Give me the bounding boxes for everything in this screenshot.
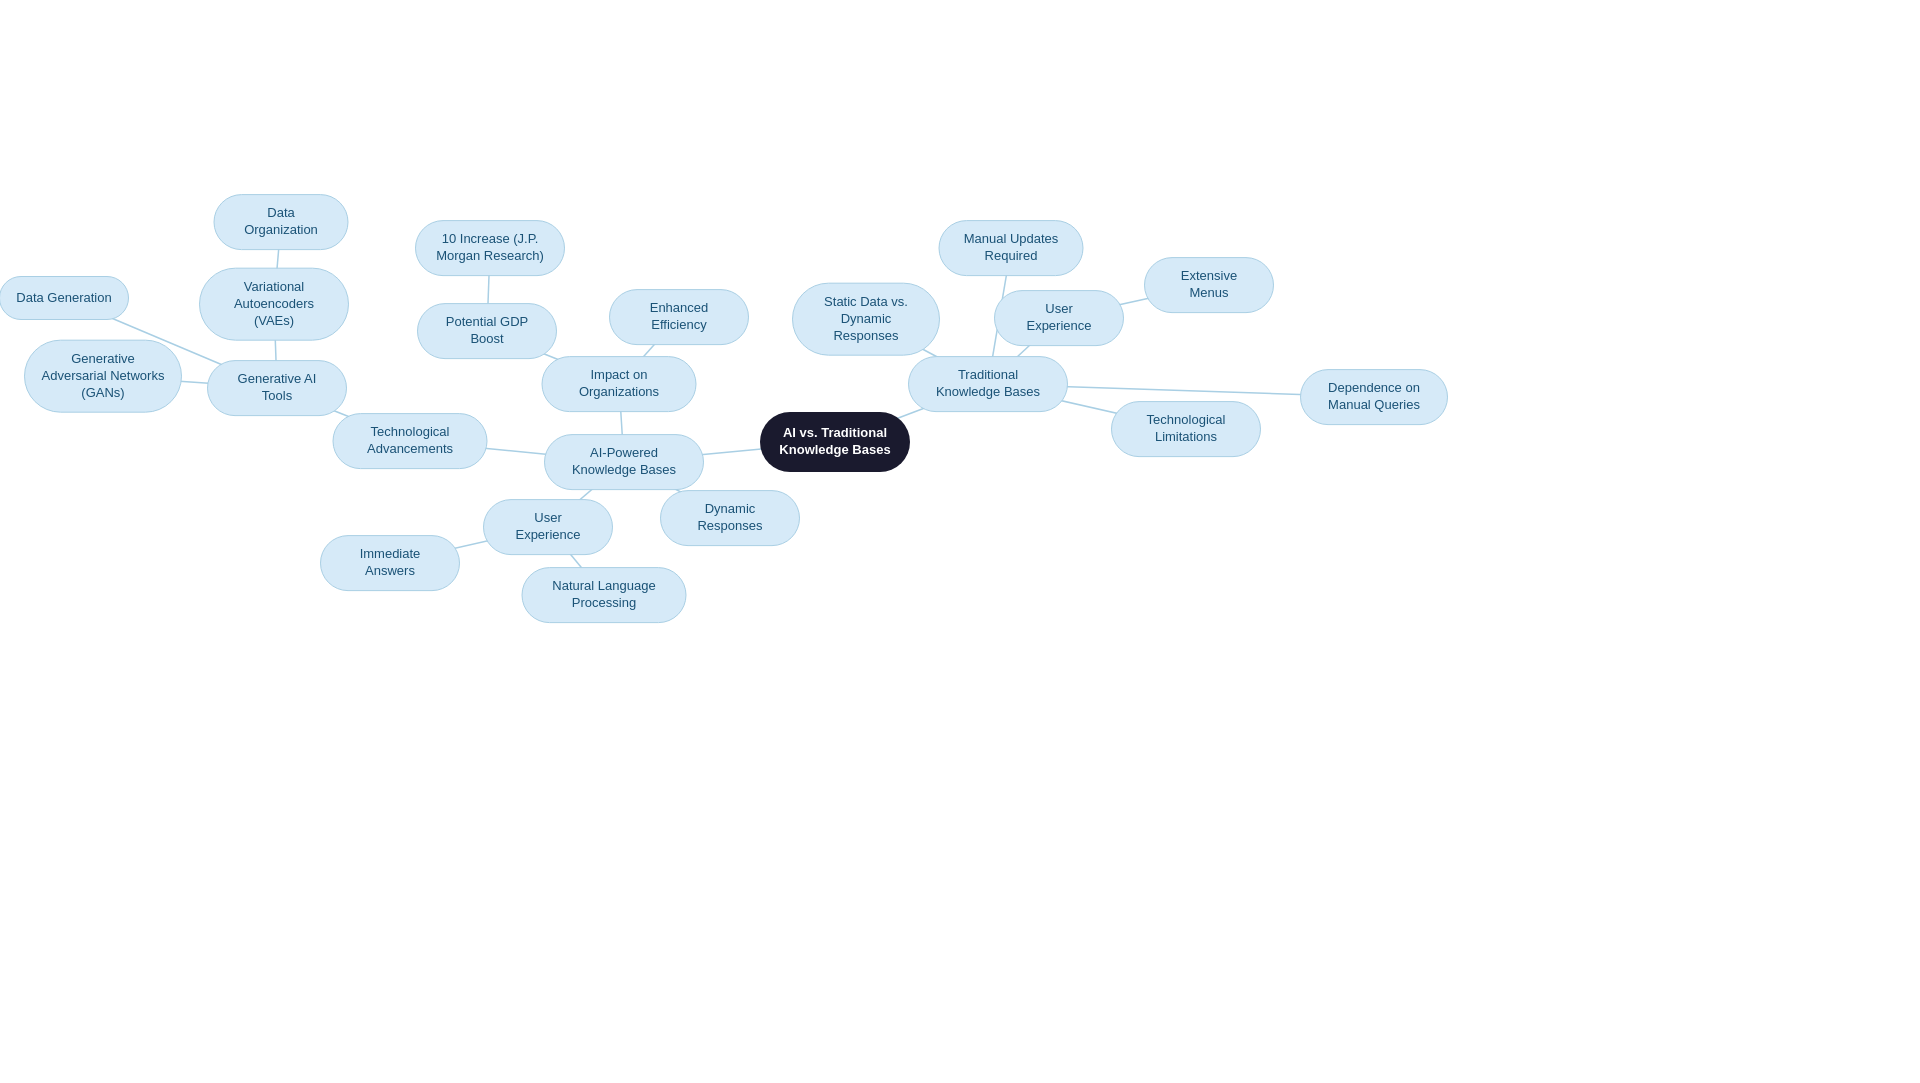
connections-svg: [0, 0, 1920, 1083]
node-extensive-menus: Extensive Menus: [1144, 257, 1274, 313]
node-10-increase: 10 Increase (J.P. Morgan Research): [415, 220, 565, 276]
node-user-exp-trad: User Experience: [994, 290, 1124, 346]
mindmap-canvas: AI vs. Traditional Knowledge Bases AI-Pow…: [0, 0, 1920, 1083]
node-static-data: Static Data vs. Dynamic Responses: [792, 283, 940, 356]
node-impact-org: Impact on Organizations: [542, 356, 697, 412]
node-enhanced-eff: Enhanced Efficiency: [609, 289, 749, 345]
node-manual-updates: Manual Updates Required: [939, 220, 1084, 276]
node-dep-manual: Dependence on Manual Queries: [1300, 369, 1448, 425]
node-tech-lim: Technological Limitations: [1111, 401, 1261, 457]
node-user-exp-ai: User Experience: [483, 499, 613, 555]
node-immediate-ans: Immediate Answers: [320, 535, 460, 591]
node-ai-powered: AI-Powered Knowledge Bases: [544, 434, 704, 490]
node-gan: Generative Adversarial Networks (GANs): [24, 340, 182, 413]
node-gen-ai-tools: Generative AI Tools: [207, 360, 347, 416]
node-potential-gdp: Potential GDP Boost: [417, 303, 557, 359]
node-dynamic-resp: Dynamic Responses: [660, 490, 800, 546]
node-tech-adv: Technological Advancements: [333, 413, 488, 469]
node-traditional-kb: Traditional Knowledge Bases: [908, 356, 1068, 412]
node-nlp: Natural Language Processing: [522, 567, 687, 623]
node-vae: Variational Autoencoders (VAEs): [199, 268, 349, 341]
node-data-org: Data Organization: [214, 194, 349, 250]
node-center: AI vs. Traditional Knowledge Bases: [760, 412, 910, 472]
node-data-gen: Data Generation: [0, 276, 129, 320]
